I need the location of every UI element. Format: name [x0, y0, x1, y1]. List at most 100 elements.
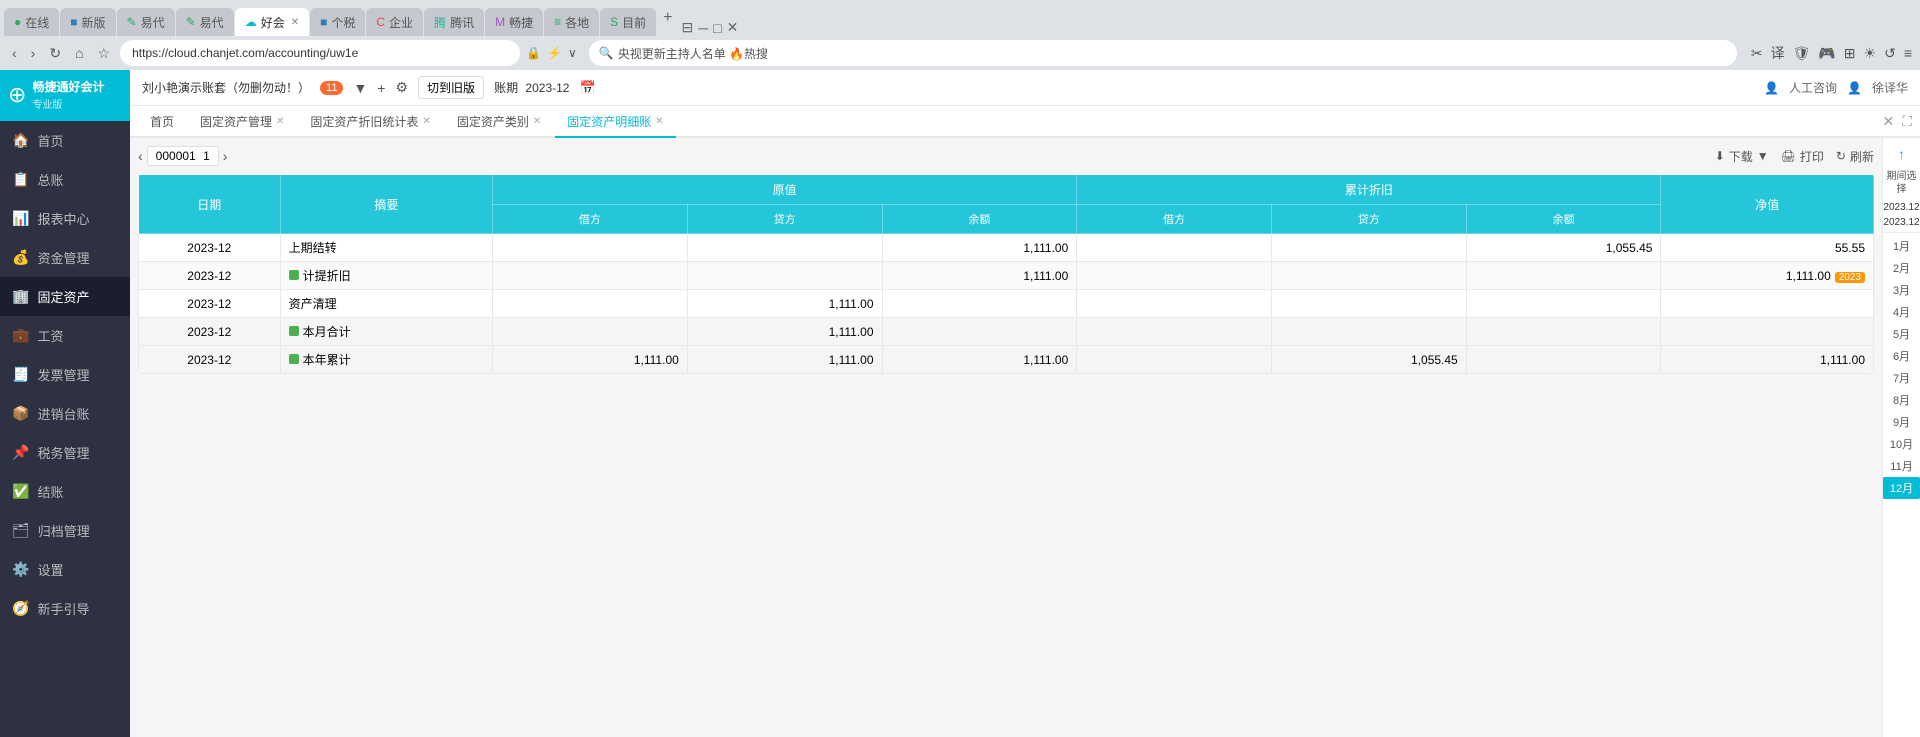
table-cell — [1077, 262, 1272, 290]
sidebar-item-tax[interactable]: 📌 税务管理 — [0, 433, 130, 472]
shield-icon[interactable]: 🛡 — [1793, 45, 1811, 62]
maximize-icon[interactable]: □ — [713, 20, 721, 36]
period-month-5[interactable]: 5月 — [1883, 323, 1920, 345]
tab-close-4[interactable]: ✕ — [291, 17, 299, 28]
period-month-3[interactable]: 3月 — [1883, 279, 1920, 301]
browser-tab-2[interactable]: ✎ 易代 — [117, 8, 175, 36]
browser-tab-5[interactable]: ■ 个税 — [310, 8, 365, 36]
add-icon[interactable]: + — [377, 80, 385, 96]
print-button[interactable]: 🖨 打印 — [1781, 148, 1824, 165]
translate-icon[interactable]: 译 — [1771, 43, 1785, 63]
bookmark-button[interactable]: ☆ — [94, 43, 115, 64]
calendar-icon[interactable]: 📅 — [579, 80, 595, 96]
search-icon: 🔍 — [599, 46, 614, 60]
refresh-button[interactable]: ↻ — [45, 43, 65, 64]
page-tab-fa-detail[interactable]: 固定资产明细账 ✕ — [555, 107, 675, 138]
undo-icon[interactable]: ↺ — [1884, 45, 1896, 62]
row-dot-icon — [289, 326, 299, 336]
gamepad-icon[interactable]: 🎮 — [1818, 45, 1835, 62]
new-tab-button[interactable]: + — [657, 9, 678, 27]
notification-badge[interactable]: 11 — [320, 81, 343, 95]
brightness-icon[interactable]: ☀ — [1864, 45, 1877, 62]
settings-gear-icon[interactable]: ⚙ — [395, 79, 408, 96]
prev-page-button[interactable]: ‹ — [138, 148, 143, 164]
dropdown-icon[interactable]: ∨ — [568, 46, 577, 60]
period-divider — [1883, 232, 1920, 233]
browser-tab-9[interactable]: ≡ 各地 — [544, 8, 599, 36]
page-tab-close-fa-mgmt[interactable]: ✕ — [276, 116, 284, 127]
page-tab-depreciation-stat[interactable]: 固定资产折旧统计表 ✕ — [298, 107, 442, 138]
minimize-icon[interactable]: ─ — [698, 20, 708, 36]
refresh-button[interactable]: ↻ 刷新 — [1836, 148, 1874, 165]
table-cell: 1,111.00 — [687, 318, 882, 346]
browser-chrome: ● 在线 ■ 新版 ✎ 易代 ✎ 易代 ☁ 好会 ✕ ■ 个税 C 企业 腾 — [0, 0, 1920, 70]
forward-button[interactable]: › — [27, 43, 40, 63]
table-cell: 上期结转 — [280, 234, 492, 262]
browser-tab-4[interactable]: ☁ 好会 ✕ — [235, 8, 309, 36]
page-tab-close-fa-cat[interactable]: ✕ — [533, 116, 541, 127]
sidebar-item-funds[interactable]: 💰 资金管理 — [0, 238, 130, 277]
period-month-8[interactable]: 8月 — [1883, 389, 1920, 411]
page-tab-close-fa-detail[interactable]: ✕ — [655, 116, 663, 127]
scissors-icon[interactable]: ✂ — [1751, 45, 1763, 62]
grid-icon[interactable]: ⊞ — [1844, 45, 1856, 62]
period-month-7[interactable]: 7月 — [1883, 367, 1920, 389]
username-label[interactable]: 徐译华 — [1872, 79, 1908, 96]
browser-tab-8[interactable]: M 畅捷 — [485, 8, 543, 36]
search-area[interactable]: 🔍 央视更新主持人名单 🔥热搜 — [589, 40, 1737, 66]
refresh-label: 刷新 — [1850, 148, 1874, 165]
next-page-button[interactable]: › — [223, 148, 228, 164]
sidebar-item-closing[interactable]: ✅ 结账 — [0, 472, 130, 511]
ledger-table: 日期 摘要 原值 累计折旧 净值 借方 贷方 余额 借方 — [138, 174, 1874, 374]
expand-tab-icon[interactable]: ⛶ — [1902, 113, 1912, 130]
th-net-value: 净值 — [1661, 175, 1874, 234]
tab-label-5: 个税 — [331, 14, 355, 31]
version-switch-button[interactable]: 切到旧版 — [418, 76, 484, 99]
page-tab-home[interactable]: 首页 — [138, 107, 186, 138]
dropdown-arrow[interactable]: ▼ — [353, 80, 367, 96]
page-tab-close-dep-stat[interactable]: ✕ — [422, 116, 430, 127]
period-month-10[interactable]: 10月 — [1883, 433, 1920, 455]
browser-tab-0[interactable]: ● 在线 — [4, 8, 59, 36]
sidebar-item-settings[interactable]: ⚙️ 设置 — [0, 550, 130, 589]
period-month-11[interactable]: 11月 — [1883, 455, 1920, 477]
sidebar-item-payroll[interactable]: 💼 工资 — [0, 316, 130, 355]
download-button[interactable]: ⬇ 下载 ▼ — [1715, 148, 1769, 165]
th-original-value: 原值 — [493, 175, 1077, 205]
close-window-icon[interactable]: ✕ — [727, 19, 739, 36]
sidebar-item-guide[interactable]: 🧭 新手引导 — [0, 589, 130, 628]
period-month-4[interactable]: 4月 — [1883, 301, 1920, 323]
tab-menu-icon[interactable]: ⊟ — [682, 19, 694, 36]
sidebar-item-inventory[interactable]: 📦 进销台账 — [0, 394, 130, 433]
page-tab-fa-mgmt[interactable]: 固定资产管理 ✕ — [188, 107, 296, 138]
period-month-12[interactable]: 12月 — [1883, 477, 1920, 499]
sidebar-item-invoice[interactable]: 🧾 发票管理 — [0, 355, 130, 394]
page-tab-fa-category[interactable]: 固定资产类别 ✕ — [445, 107, 553, 138]
browser-tab-6[interactable]: C 企业 — [366, 8, 423, 36]
period-month-9[interactable]: 9月 — [1883, 411, 1920, 433]
period-month-6[interactable]: 6月 — [1883, 345, 1920, 367]
tab-label-10: 目前 — [622, 14, 646, 31]
consult-label[interactable]: 人工咨询 — [1789, 79, 1837, 96]
page-navigation: ‹ 000001 1 › — [138, 146, 227, 166]
sidebar-item-fixed-assets[interactable]: 🏢 固定资产 — [0, 277, 130, 316]
browser-tab-7[interactable]: 腾 腾讯 — [424, 8, 484, 36]
browser-tab-3[interactable]: ✎ 易代 — [176, 8, 234, 36]
period-month-1[interactable]: 1月 — [1883, 235, 1920, 257]
download-dropdown-icon[interactable]: ▼ — [1757, 149, 1769, 163]
sidebar-item-reports[interactable]: 📊 报表中心 — [0, 199, 130, 238]
menu-icon[interactable]: ≡ — [1904, 45, 1912, 61]
sidebar-item-ledger[interactable]: 📋 总账 — [0, 160, 130, 199]
home-button[interactable]: ⌂ — [71, 43, 87, 63]
browser-tab-1[interactable]: ■ 新版 — [60, 8, 115, 36]
close-tab-icon[interactable]: ✕ — [1882, 113, 1894, 130]
period-up-arrow[interactable]: ↑ — [1894, 142, 1909, 166]
back-button[interactable]: ‹ — [8, 43, 21, 63]
sidebar-item-archive[interactable]: 🗂 归档管理 — [0, 511, 130, 550]
th-summary: 摘要 — [280, 175, 492, 234]
browser-tab-10[interactable]: S 目前 — [600, 8, 656, 36]
period-month-2[interactable]: 2月 — [1883, 257, 1920, 279]
sidebar-item-home[interactable]: 🏠 首页 — [0, 121, 130, 160]
th-accum-credit: 贷方 — [1272, 205, 1467, 234]
address-input[interactable] — [120, 40, 520, 66]
